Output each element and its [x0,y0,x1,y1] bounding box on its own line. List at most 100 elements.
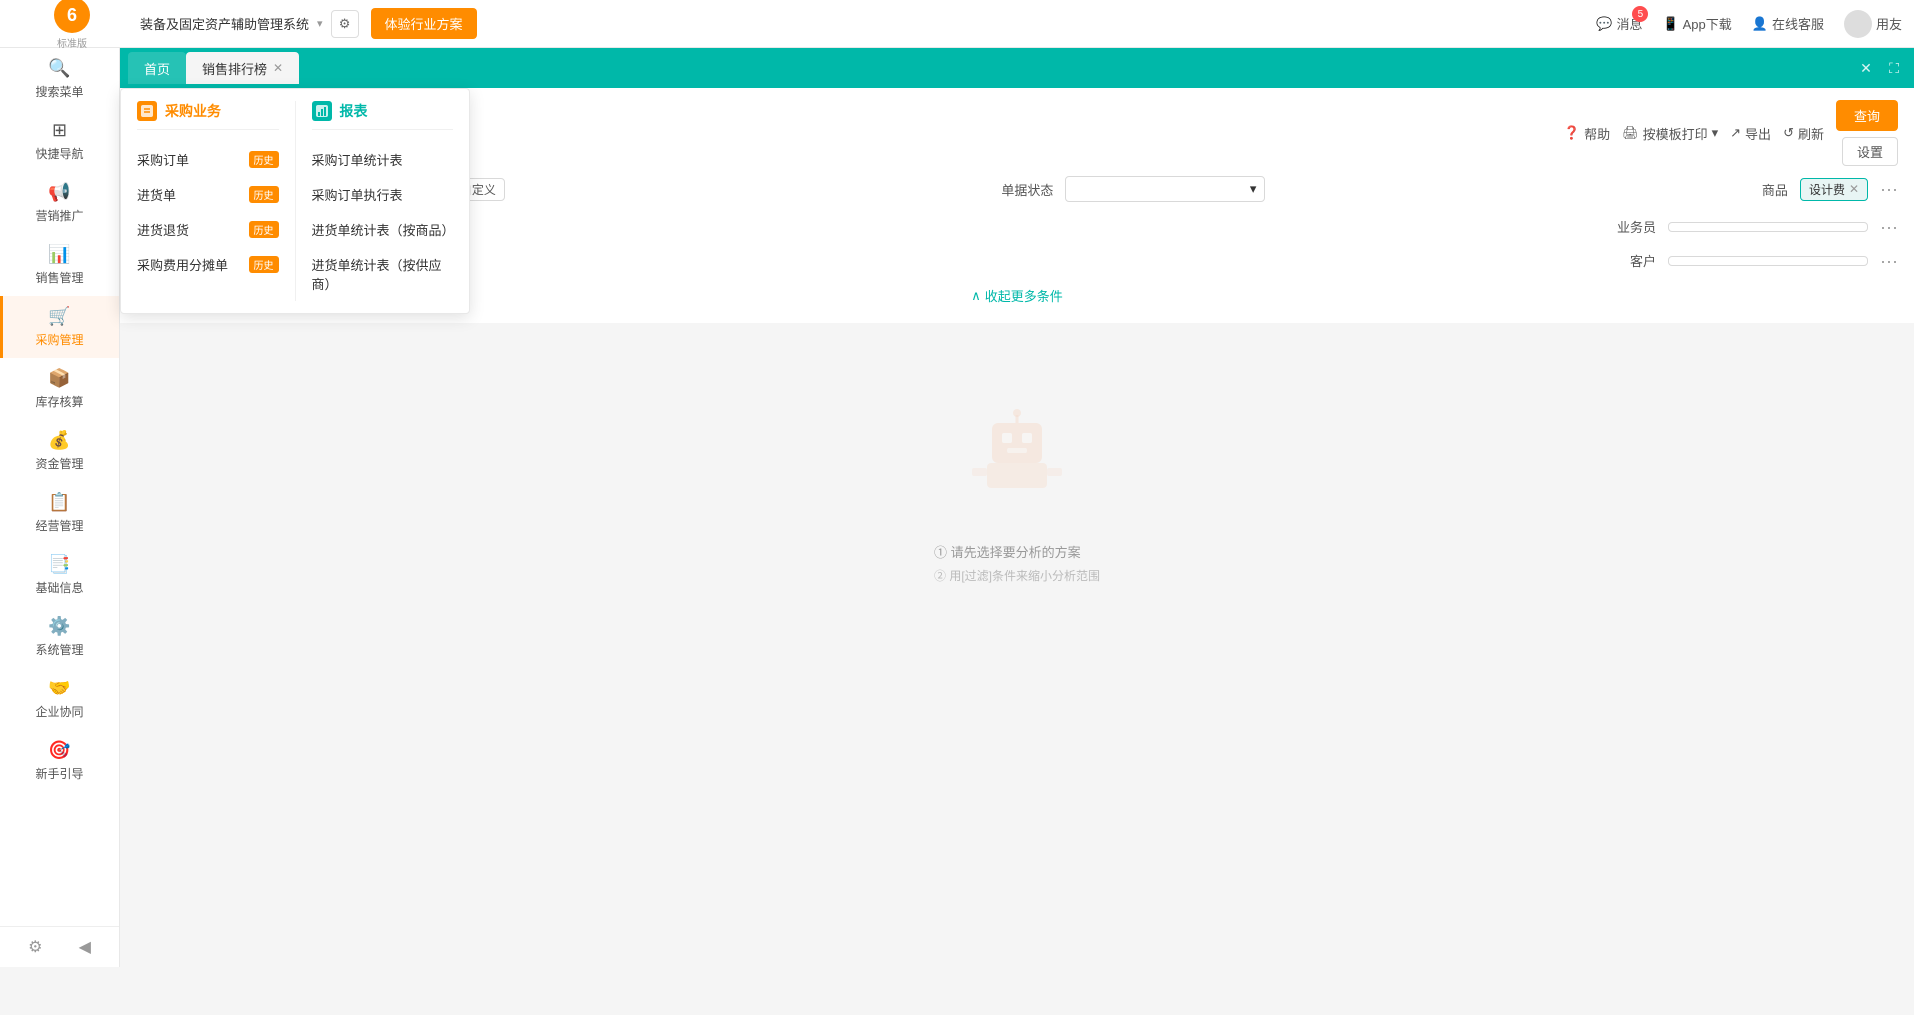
dropdown-report-header: 报表 [312,101,454,130]
doc-status-select[interactable]: ▾ [1065,176,1265,202]
sidebar-bottom: ⚙ ◀ [0,926,119,967]
query-btn-area: 查询 设置 [1836,100,1898,166]
sidebar-item-purchase[interactable]: 🛒 采购管理 [0,296,119,358]
dropdown-purchase-col: 采购业务 采购订单 历史 进货单 历史 进货退货 历史 采购费用分摊单 历史 [121,101,295,301]
export-icon: ↗ [1730,125,1741,141]
message-badge: 5 [1632,6,1648,22]
grid-icon: ⊞ [52,120,67,141]
refresh-button[interactable]: ↺ 刷新 [1783,124,1824,143]
message-icon: 💬 [1596,16,1612,32]
report-header-icon [312,101,332,121]
avatar [1844,10,1872,38]
sidebar-item-quick-nav[interactable]: ⊞ 快捷导航 [0,110,119,172]
print-button[interactable]: 🖨 按模板打印 ▾ [1622,124,1718,143]
sidebar-collapse-icon[interactable]: ◀ [79,937,91,957]
customer-dots[interactable]: ··· [1880,252,1898,270]
logo-subtitle: 标准版 [57,35,87,50]
dropdown-item-stock-in[interactable]: 进货单 历史 [137,177,279,212]
target-icon: 🎯 [48,740,70,761]
message-item[interactable]: 💬 消息 5 [1596,14,1642,33]
salesperson-select[interactable] [1668,222,1868,232]
goods-dots[interactable]: ··· [1880,180,1898,198]
dropdown-item-report-1[interactable]: 采购订单执行表 [312,177,454,212]
dropdown-item-report-0[interactable]: 采购订单统计表 [312,142,454,177]
purchase-header-icon [137,101,157,121]
dropdown-menu: 采购业务 采购订单 历史 进货单 历史 进货退货 历史 采购费用分摊单 历史 报… [120,88,470,314]
history-badge-3: 历史 [249,256,279,273]
set-button[interactable]: 设置 [1842,137,1898,166]
doc-status-chevron: ▾ [1250,181,1257,197]
sidebar-item-cooperation[interactable]: 🤝 企业协同 [0,668,119,730]
tab-close-icon[interactable]: ✕ [273,61,283,75]
top-bar-right: 💬 消息 5 📱 App下载 👤 在线客服 用友 [1596,10,1902,38]
sidebar-item-marketing[interactable]: 📢 营销推广 [0,172,119,234]
system-title-chevron[interactable]: ▾ [317,17,323,30]
salesperson-label: 业务员 [1617,217,1656,236]
megaphone-icon: 📢 [48,182,70,203]
dropdown-item-report-3[interactable]: 进货单统计表（按供应商） [312,247,454,301]
doc-icon: 📑 [48,554,70,575]
sidebar-item-inventory[interactable]: 📦 库存核算 [0,358,119,420]
industry-button[interactable]: 体验行业方案 [371,8,477,39]
sidebar-settings-icon[interactable]: ⚙ [28,937,42,957]
dropdown-item-stock-return[interactable]: 进货退货 历史 [137,212,279,247]
goods-tag: 设计费 ✕ [1800,178,1868,201]
sidebar-item-operations[interactable]: 📋 经营管理 [0,482,119,544]
gear-icon: ⚙️ [48,616,70,637]
history-badge-0: 历史 [249,151,279,168]
empty-hint-1: ① 请先选择要分析的方案 [934,542,1081,561]
tab-home[interactable]: 首页 [128,52,186,84]
tab-fullscreen-action[interactable]: ⛶ [1882,56,1906,80]
settings-icon[interactable]: ⚙ [331,10,359,38]
tab-close-action[interactable]: ✕ [1854,56,1878,80]
money-icon: 💰 [48,430,70,451]
query-button[interactable]: 查询 [1836,100,1898,131]
dropdown-item-purchase-order[interactable]: 采购订单 历史 [137,142,279,177]
customer-label: 客户 [1630,251,1656,270]
dropdown-purchase-header: 采购业务 [137,101,279,130]
top-bar: 6 标准版 装备及固定资产辅助管理系统 ▾ ⚙ 体验行业方案 💬 消息 5 📱 … [0,0,1914,48]
print-icon: 🖨 [1622,125,1639,141]
sidebar-item-guide[interactable]: 🎯 新手引导 [0,730,119,792]
sidebar: 🔍 搜索菜单 ⊞ 快捷导航 📢 营销推广 📊 销售管理 🛒 采购管理 📦 库存核… [0,48,120,967]
history-badge-1: 历史 [249,186,279,203]
help-button[interactable]: ❓ 帮助 [1564,124,1610,143]
system-title: 装备及固定资产辅助管理系统 ▾ [140,14,323,33]
print-chevron[interactable]: ▾ [1712,125,1719,141]
sidebar-item-system[interactable]: ⚙️ 系统管理 [0,606,119,668]
dropdown-item-purchase-expense[interactable]: 采购费用分摊单 历史 [137,247,279,282]
empty-hint-2: ② 用[过滤]条件来缩小分析范围 [934,567,1100,584]
dropdown-report-col: 报表 采购订单统计表 采购订单执行表 进货单统计表（按商品） 进货单统计表（按供… [295,101,470,301]
service-icon: 👤 [1752,16,1768,32]
export-button[interactable]: ↗ 导出 [1730,124,1771,143]
phone-icon: 📱 [1662,16,1678,32]
sidebar-item-sales[interactable]: 📊 销售管理 [0,234,119,296]
online-service-item[interactable]: 👤 在线客服 [1752,14,1824,33]
empty-illustration [967,403,1067,522]
help-icon: ❓ [1564,125,1580,141]
doc-status-label: 单据状态 [1001,180,1053,199]
tab-bar: 首页 销售排行榜 ✕ ✕ ⛶ [120,48,1914,88]
collapse-icon: ∧ [971,288,981,304]
goods-tag-close[interactable]: ✕ [1849,182,1859,196]
box-icon: 📦 [48,368,70,389]
tab-bar-actions: ✕ ⛶ [1854,56,1906,80]
customer-select[interactable] [1668,256,1868,266]
sidebar-item-finance[interactable]: 💰 资金管理 [0,420,119,482]
handshake-icon: 🤝 [48,678,70,699]
chart-icon: 📊 [48,244,70,265]
cart-icon: 🛒 [48,306,70,327]
tab-sales-rank[interactable]: 销售排行榜 ✕ [186,52,299,84]
logo-icon: 6 [54,0,90,33]
refresh-icon: ↺ [1783,125,1794,141]
user-item[interactable]: 用友 [1844,10,1902,38]
clipboard-icon: 📋 [48,492,70,513]
sidebar-item-basic-info[interactable]: 📑 基础信息 [0,544,119,606]
dropdown-item-report-2[interactable]: 进货单统计表（按商品） [312,212,454,247]
app-download-item[interactable]: 📱 App下载 [1662,14,1731,33]
sidebar-item-search[interactable]: 🔍 搜索菜单 [0,48,119,110]
salesperson-dots[interactable]: ··· [1880,218,1898,236]
logo-area: 6 标准版 [12,0,132,50]
history-badge-2: 历史 [249,221,279,238]
search-icon: 🔍 [48,58,70,79]
